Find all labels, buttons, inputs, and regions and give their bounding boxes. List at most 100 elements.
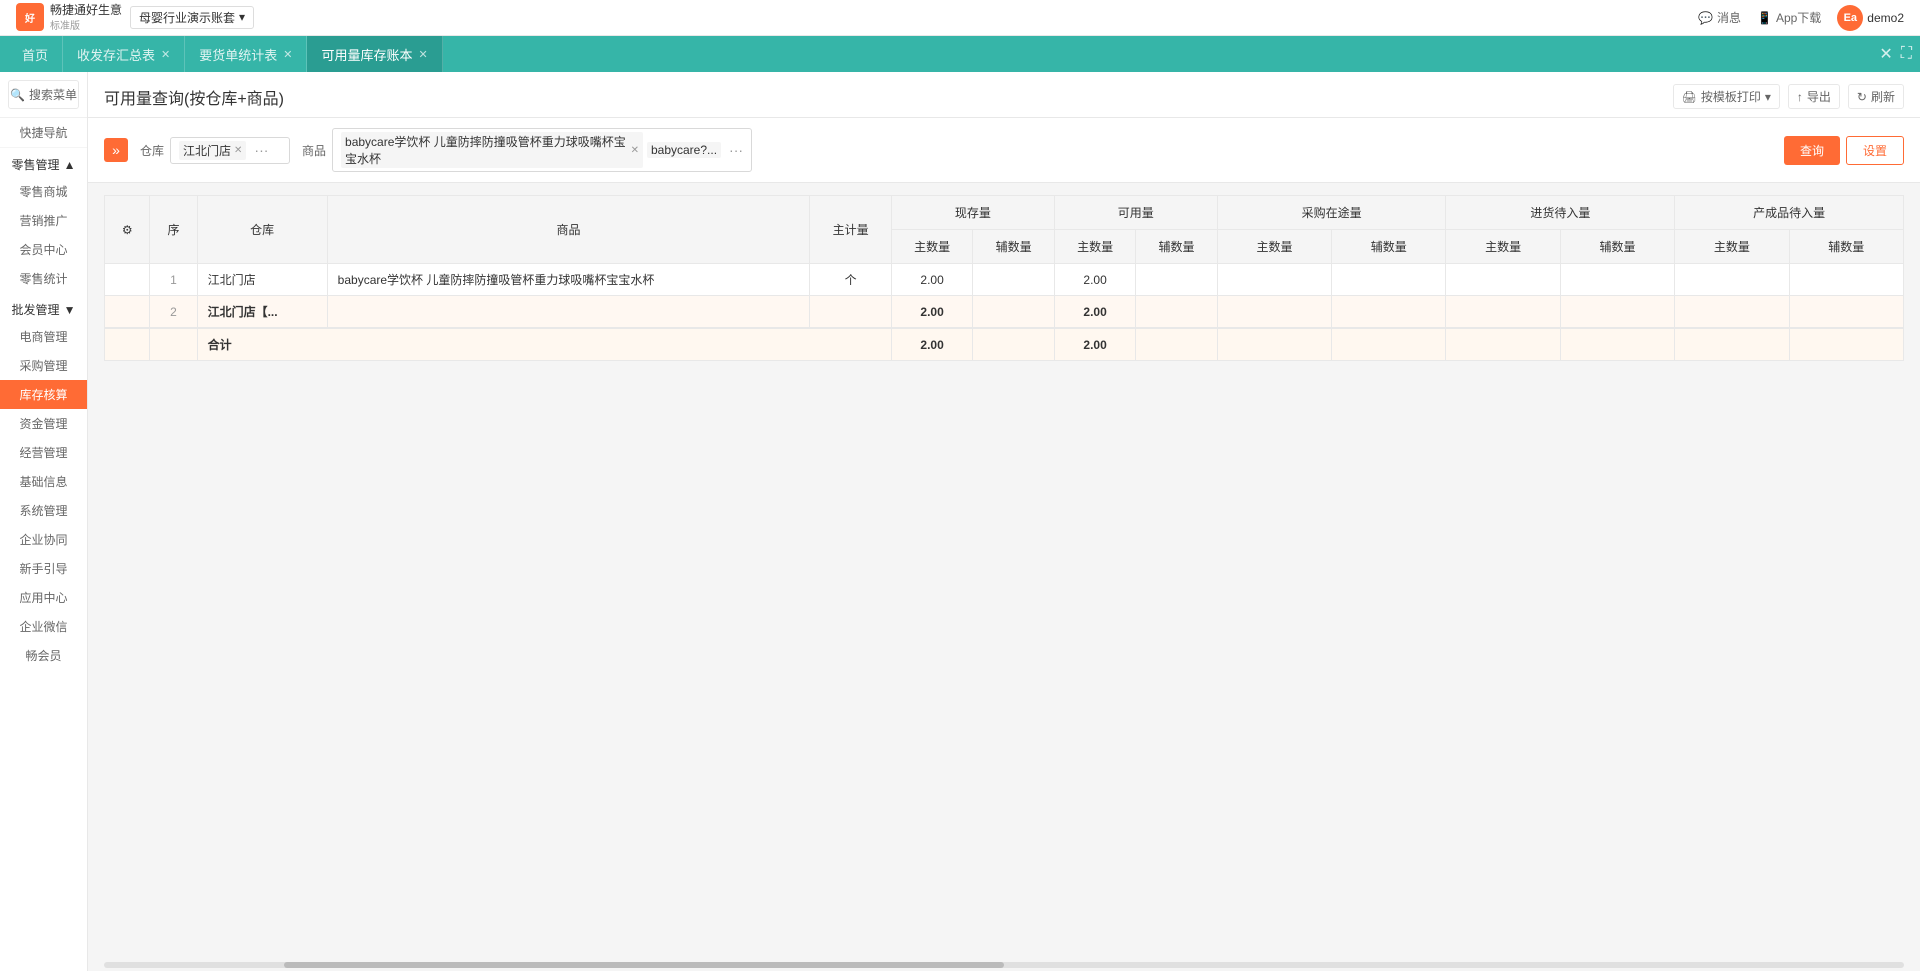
sidebar-section-retail[interactable]: 零售管理 ▲ bbox=[0, 148, 87, 177]
sidebar-item-members[interactable]: 会员中心 bbox=[0, 235, 87, 264]
row1-expand[interactable] bbox=[105, 264, 150, 296]
sidebar-item-collab[interactable]: 企业协同 bbox=[0, 525, 87, 554]
sidebar-item-inventory[interactable]: 库存核算 bbox=[0, 380, 87, 409]
footer-incoming-main bbox=[1446, 328, 1560, 361]
footer-empty2 bbox=[150, 328, 197, 361]
row2-purchase-aux bbox=[1332, 296, 1446, 329]
top-bar-left: 好 畅捷通好生意 标准版 母婴行业演示账套 ▾ bbox=[16, 3, 254, 32]
tab-home[interactable]: 首页 bbox=[8, 36, 63, 72]
product-tag-1-value: babycare学饮杯 儿童防摔防撞吸管杯重力球吸嘴杯宝宝水杯 bbox=[345, 133, 628, 167]
product-tag-1-close[interactable]: ✕ bbox=[631, 145, 639, 156]
export-btn[interactable]: ↑ 导出 bbox=[1788, 84, 1840, 109]
product-input[interactable]: babycare学饮杯 儿童防摔防撞吸管杯重力球吸嘴杯宝宝水杯 ✕ babyca… bbox=[332, 128, 752, 172]
logo-sub: 标准版 bbox=[50, 17, 122, 32]
print-dropdown-icon: ▾ bbox=[1765, 90, 1771, 104]
sidebar-item-management[interactable]: 经营管理 bbox=[0, 438, 87, 467]
row1-warehouse: 江北门店 bbox=[197, 264, 327, 296]
sidebar-item-retail-stats[interactable]: 零售统计 bbox=[0, 264, 87, 293]
warehouse-more-icon[interactable]: ··· bbox=[254, 142, 268, 158]
message-label: 消息 bbox=[1717, 9, 1741, 26]
tab-summary[interactable]: 收发存汇总表 ✕ bbox=[63, 36, 185, 72]
print-label: 按模板打印 bbox=[1701, 88, 1761, 105]
th-stock-main: 主数量 bbox=[891, 230, 972, 264]
sidebar-item-finance[interactable]: 资金管理 bbox=[0, 409, 87, 438]
user-name: demo2 bbox=[1867, 11, 1904, 25]
warehouse-filter-group: 仓库 江北门店 ✕ ··· bbox=[140, 137, 290, 164]
print-icon: 🖨 bbox=[1682, 90, 1697, 104]
th-avail-aux: 辅数量 bbox=[1136, 230, 1217, 264]
th-incoming-aux: 辅数量 bbox=[1560, 230, 1674, 264]
sidebar-item-member[interactable]: 畅会员 bbox=[0, 641, 87, 670]
sidebar-section-wholesale[interactable]: 批发管理 ▼ bbox=[0, 293, 87, 322]
sidebar-item-system[interactable]: 系统管理 bbox=[0, 496, 87, 525]
row1-stock-aux bbox=[973, 264, 1054, 296]
row2-stock-main: 2.00 bbox=[891, 296, 972, 329]
message-icon: 💬 bbox=[1698, 11, 1713, 25]
print-btn[interactable]: 🖨 按模板打印 ▾ bbox=[1673, 84, 1780, 109]
th-purchase-main: 主数量 bbox=[1217, 230, 1331, 264]
export-icon: ↑ bbox=[1797, 90, 1803, 104]
refresh-btn[interactable]: ↻ 刷新 bbox=[1848, 84, 1904, 109]
row2-production-main bbox=[1675, 296, 1789, 329]
sidebar-item-ecommerce[interactable]: 电商管理 bbox=[0, 322, 87, 351]
tab-available-stock-label: 可用量库存账本 bbox=[321, 45, 412, 64]
sidebar-item-guide[interactable]: 新手引导 bbox=[0, 554, 87, 583]
page-actions: 🖨 按模板打印 ▾ ↑ 导出 ↻ 刷新 bbox=[1673, 84, 1904, 109]
th-gear[interactable]: ⚙ bbox=[105, 196, 150, 264]
row2-incoming-main bbox=[1446, 296, 1560, 329]
row2-unit bbox=[810, 296, 891, 329]
row2-warehouse: 江北门店【... bbox=[197, 296, 327, 329]
message-btn[interactable]: 💬 消息 bbox=[1698, 9, 1741, 26]
filter-toggle-btn[interactable]: » bbox=[104, 138, 128, 162]
sidebar-item-app-center[interactable]: 应用中心 bbox=[0, 583, 87, 612]
filter-area: » 仓库 江北门店 ✕ ··· 商品 babycare学饮杯 儿童防摔防撞吸管杯… bbox=[88, 118, 1920, 183]
footer-production-aux bbox=[1789, 328, 1903, 361]
app-icon: 📱 bbox=[1757, 11, 1772, 25]
search-menu-btn[interactable]: 🔍 搜索菜单 bbox=[8, 80, 79, 109]
retail-expand-icon: ▲ bbox=[64, 158, 76, 172]
scroll-thumb[interactable] bbox=[284, 962, 1004, 968]
footer-production-main bbox=[1675, 328, 1789, 361]
row2-production-aux bbox=[1789, 296, 1903, 329]
settings-btn[interactable]: 设置 bbox=[1846, 136, 1904, 165]
industry-selector[interactable]: 母婴行业演示账套 ▾ bbox=[130, 6, 254, 29]
warehouse-tag-close[interactable]: ✕ bbox=[234, 145, 242, 156]
sidebar-item-quick-nav[interactable]: 快捷导航 bbox=[0, 118, 87, 148]
product-more-icon[interactable]: ··· bbox=[729, 142, 743, 158]
expand-btn[interactable]: ⛶ bbox=[1901, 45, 1912, 63]
row1-production-main bbox=[1675, 264, 1789, 296]
row1-avail-main: 2.00 bbox=[1054, 264, 1135, 296]
warehouse-input[interactable]: 江北门店 ✕ ··· bbox=[170, 137, 290, 164]
page-title: 可用量查询(按仓库+商品) bbox=[104, 85, 284, 109]
scroll-bar[interactable] bbox=[88, 959, 1920, 971]
tab-available-stock[interactable]: 可用量库存账本 ✕ bbox=[307, 36, 442, 72]
row2-expand[interactable] bbox=[105, 296, 150, 329]
product-filter-group: 商品 babycare学饮杯 儿童防摔防撞吸管杯重力球吸嘴杯宝宝水杯 ✕ bab… bbox=[302, 128, 752, 172]
sidebar-search[interactable]: 🔍 搜索菜单 bbox=[0, 72, 87, 118]
app-label: App下载 bbox=[1776, 9, 1821, 26]
user-area[interactable]: Ea demo2 bbox=[1837, 5, 1904, 31]
export-label: 导出 bbox=[1807, 88, 1831, 105]
tab-summary-close[interactable]: ✕ bbox=[161, 48, 170, 61]
footer-stock-aux bbox=[973, 328, 1054, 361]
sidebar-item-purchase[interactable]: 采购管理 bbox=[0, 351, 87, 380]
product-tag-2-value: babycare?... bbox=[651, 143, 717, 157]
th-unit: 主计量 bbox=[810, 196, 891, 264]
app-download-btn[interactable]: 📱 App下载 bbox=[1757, 9, 1821, 26]
sidebar-item-marketing[interactable]: 营销推广 bbox=[0, 206, 87, 235]
sidebar-item-enterprise-wechat[interactable]: 企业微信 bbox=[0, 612, 87, 641]
table-container[interactable]: ⚙ 序 仓库 商品 主计量 现存量 可用量 采购在途量 进货待入量 产成品待入量 bbox=[88, 183, 1920, 959]
scroll-track[interactable] bbox=[104, 962, 1904, 968]
sidebar-item-retail-mall[interactable]: 零售商城 bbox=[0, 177, 87, 206]
tab-order-stats-close[interactable]: ✕ bbox=[283, 48, 292, 61]
row2-avail-main: 2.00 bbox=[1054, 296, 1135, 329]
th-available-group: 可用量 bbox=[1054, 196, 1217, 230]
query-btn[interactable]: 查询 bbox=[1784, 136, 1840, 165]
warehouse-filter-label: 仓库 bbox=[140, 142, 164, 159]
tab-order-stats[interactable]: 要货单统计表 ✕ bbox=[185, 36, 307, 72]
tab-available-stock-close[interactable]: ✕ bbox=[419, 48, 428, 61]
sidebar-item-basic-info[interactable]: 基础信息 bbox=[0, 467, 87, 496]
th-purchase-transit-group: 采购在途量 bbox=[1217, 196, 1446, 230]
close-all-tabs-btn[interactable]: ✕ bbox=[1879, 44, 1892, 64]
retail-label: 零售管理 bbox=[12, 156, 60, 173]
